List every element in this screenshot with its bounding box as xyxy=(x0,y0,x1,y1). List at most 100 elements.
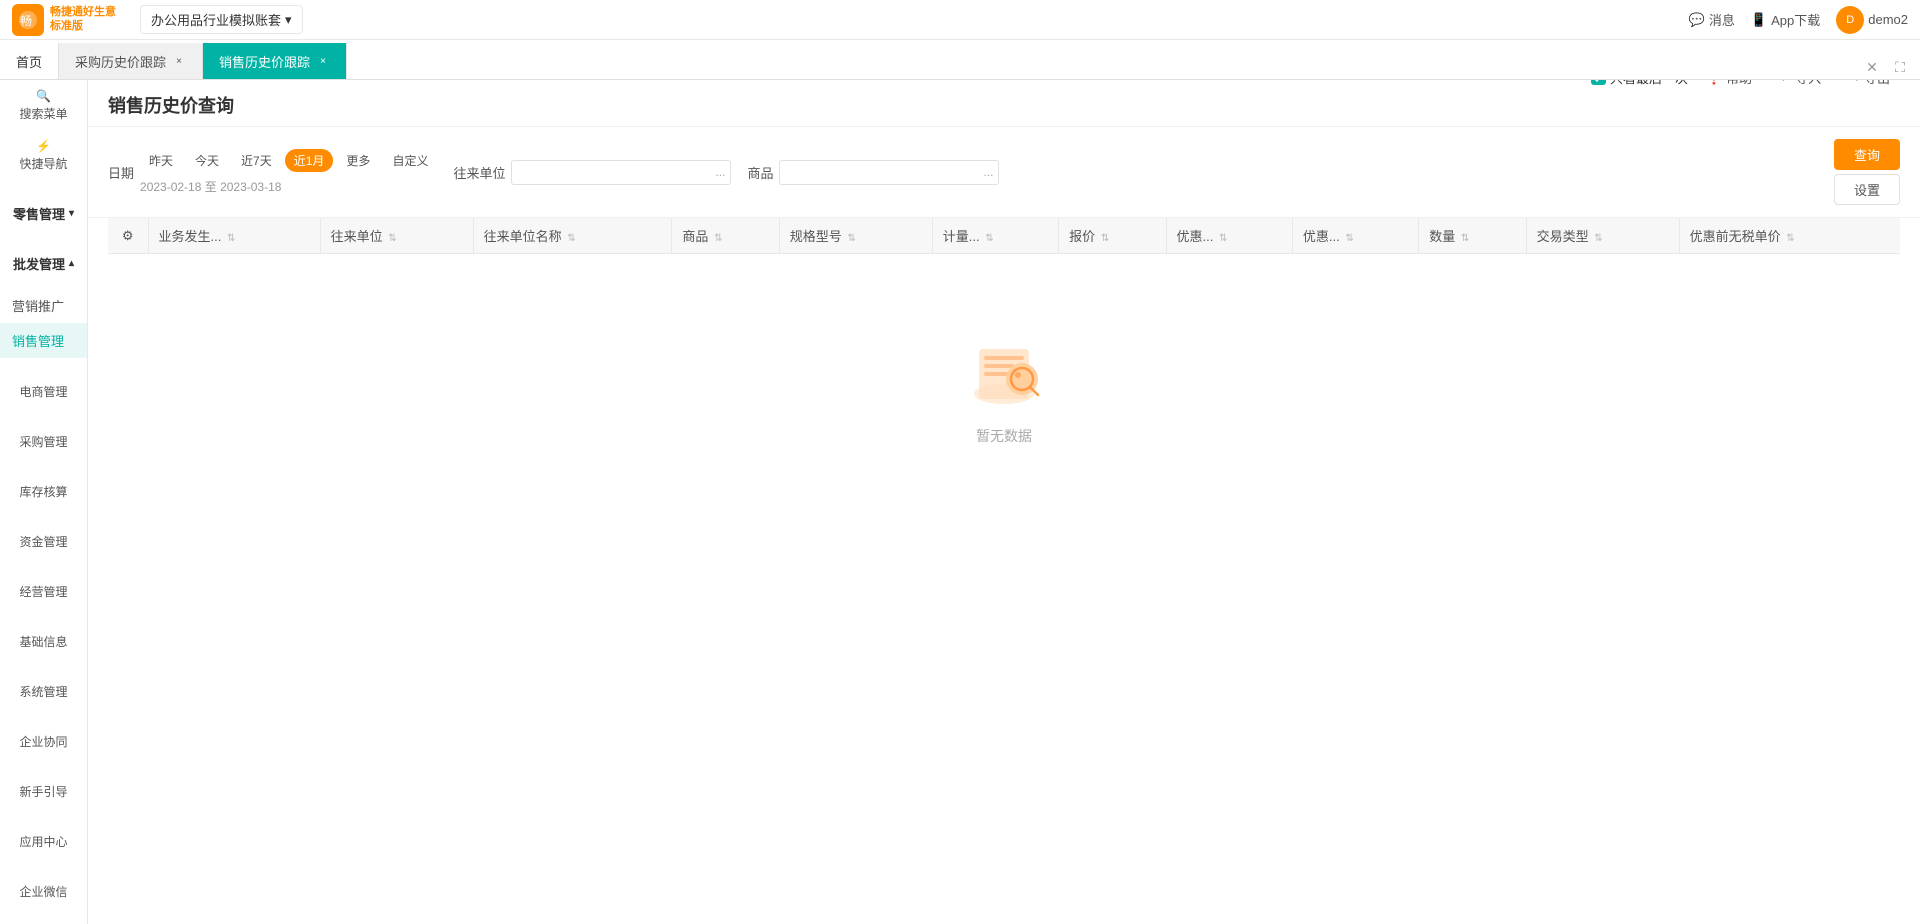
only-last-check[interactable]: 只看最后一次 xyxy=(1591,80,1688,87)
sidebar-sub-sales-mgmt[interactable]: 销售管理 xyxy=(0,323,87,358)
th-unit[interactable]: 计量... ⇅ xyxy=(932,218,1058,254)
th-quote[interactable]: 报价 ⇅ xyxy=(1059,218,1166,254)
th-discount2[interactable]: 优惠... ⇅ xyxy=(1292,218,1418,254)
shortcut-icon: ⚡ xyxy=(36,139,51,153)
sidebar-item-system[interactable]: 系统管理 xyxy=(0,666,87,716)
logo-icon: 畅 xyxy=(12,4,44,36)
sidebar-item-enterprise[interactable]: 企业协同 xyxy=(0,716,87,766)
app-selector[interactable]: 办公用品行业模拟账套 ▾ xyxy=(140,5,303,34)
date-btn-yesterday[interactable]: 昨天 xyxy=(140,149,182,172)
download-icon: 📱 xyxy=(1751,12,1767,28)
data-table: ⚙ 业务发生... ⇅ 往来单位 ⇅ 往来单位名称 ⇅ xyxy=(108,218,1900,254)
chevron-right-icon: ▾ xyxy=(69,208,74,219)
page-title: 销售历史价查询 xyxy=(108,96,234,116)
help-btn[interactable]: ❓ 帮助 xyxy=(1696,80,1762,91)
date-btn-custom[interactable]: 自定义 xyxy=(383,149,437,172)
goods-input[interactable] xyxy=(779,160,999,185)
sidebar-item-purchase[interactable]: 采购管理 xyxy=(0,416,87,466)
tab-purchase-history[interactable]: 采购历史价跟踪 × xyxy=(59,43,203,79)
sidebar-item-enterprise-wechat[interactable]: 企业微信 xyxy=(0,866,87,916)
sort-icon-trade-type: ⇅ xyxy=(1594,233,1602,244)
chevron-up-icon: ▴ xyxy=(69,258,74,269)
date-shortcuts: 昨天 今天 近7天 近1月 更多 自定义 2023-02-18 至 2023-0… xyxy=(140,149,437,195)
th-goods[interactable]: 商品 ⇅ xyxy=(672,218,779,254)
sidebar-item-retail[interactable]: 零售管理 ▾ xyxy=(0,188,87,238)
message-btn[interactable]: 💬 消息 xyxy=(1689,10,1735,29)
sort-icon-discount2: ⇅ xyxy=(1345,233,1353,244)
import-icon: ↩ xyxy=(1780,80,1791,86)
goods-filter: 商品 ... xyxy=(747,160,999,185)
sort-icon-partner-code: ⇅ xyxy=(388,233,396,244)
logo-text: 畅捷通好生意 标准版 xyxy=(50,6,116,32)
date-btn-7days[interactable]: 近7天 xyxy=(232,149,281,172)
tab-sales-close[interactable]: × xyxy=(316,54,330,68)
sort-icon-quote: ⇅ xyxy=(1101,233,1109,244)
help-icon: ❓ xyxy=(1706,80,1722,86)
export-btn[interactable]: ↪ 导出 xyxy=(1839,80,1900,91)
page-toolbar: 只看最后一次 ❓ 帮助 ↩ 导入 ↪ 导出 xyxy=(1591,80,1900,91)
logo-area: 畅 畅捷通好生意 标准版 xyxy=(12,4,116,36)
tab-sales-history[interactable]: 销售历史价跟踪 × xyxy=(203,43,347,79)
import-btn[interactable]: ↩ 导入 xyxy=(1770,80,1831,91)
sidebar-sub-marketing[interactable]: 营销推广 xyxy=(0,288,87,323)
topbar-right: 💬 消息 📱 App下载 D demo2 xyxy=(1689,6,1908,34)
export-icon: ↪ xyxy=(1849,80,1860,86)
tabbar-actions: ✕ ⛶ xyxy=(1852,55,1920,79)
only-last-checkbox[interactable] xyxy=(1591,80,1606,85)
sidebar: 🔍 搜索菜单 ⚡ 快捷导航 零售管理 ▾ 批发管理 ▴ 营销推广 销售管理 电商… xyxy=(0,80,88,924)
sidebar-item-member[interactable]: 畅会员 xyxy=(0,916,87,924)
sort-icon-biz-date: ⇅ xyxy=(227,233,235,244)
topbar-left: 畅 畅捷通好生意 标准版 办公用品行业模拟账套 ▾ xyxy=(12,4,303,36)
sidebar-item-inventory[interactable]: 库存核算 xyxy=(0,466,87,516)
sidebar-item-ecommerce[interactable]: 电商管理 xyxy=(0,366,87,416)
avatar: D xyxy=(1836,6,1864,34)
th-biz-date[interactable]: 业务发生... ⇅ xyxy=(148,218,320,254)
svg-text:畅: 畅 xyxy=(20,14,32,28)
sidebar-item-search[interactable]: 🔍 搜索菜单 xyxy=(0,80,87,130)
date-btn-today[interactable]: 今天 xyxy=(186,149,228,172)
th-discount1[interactable]: 优惠... ⇅ xyxy=(1166,218,1292,254)
partner-filter: 往来单位 ... xyxy=(453,160,731,185)
chevron-down-icon: ▾ xyxy=(285,12,292,28)
date-btn-more[interactable]: 更多 xyxy=(337,149,379,172)
filter-bar: 日期 昨天 今天 近7天 近1月 更多 自定义 2023-02-18 至 202… xyxy=(88,127,1920,218)
sidebar-item-wholesale[interactable]: 批发管理 ▴ xyxy=(0,238,87,288)
user-menu[interactable]: D demo2 xyxy=(1836,6,1908,34)
sort-icon-discount1: ⇅ xyxy=(1219,233,1227,244)
tab-expand-btn[interactable]: ⛶ xyxy=(1888,55,1912,79)
search-icon: 🔍 xyxy=(36,89,51,103)
page-header: 销售历史价查询 只看最后一次 ❓ 帮助 ↩ 导入 ↪ xyxy=(88,80,1920,127)
tab-home[interactable]: 首页 xyxy=(0,43,59,79)
partner-input-wrap: ... xyxy=(511,160,731,185)
sidebar-item-operations[interactable]: 经营管理 xyxy=(0,566,87,616)
table-header-row: ⚙ 业务发生... ⇅ 往来单位 ⇅ 往来单位名称 ⇅ xyxy=(108,218,1900,254)
table-header: ⚙ 业务发生... ⇅ 往来单位 ⇅ 往来单位名称 ⇅ xyxy=(108,218,1900,254)
th-quantity[interactable]: 数量 ⇅ xyxy=(1419,218,1526,254)
query-button[interactable]: 查询 xyxy=(1834,139,1900,170)
th-setting[interactable]: ⚙ xyxy=(108,218,148,254)
partner-input[interactable] xyxy=(511,160,731,185)
sort-icon-spec: ⇅ xyxy=(847,233,855,244)
th-partner-name[interactable]: 往来单位名称 ⇅ xyxy=(473,218,672,254)
date-range-text: 2023-02-18 至 2023-03-18 xyxy=(140,178,437,195)
sort-icon-pre-tax-price: ⇅ xyxy=(1786,233,1794,244)
setting-button[interactable]: 设置 xyxy=(1834,174,1900,205)
sidebar-item-guide[interactable]: 新手引导 xyxy=(0,766,87,816)
sidebar-item-basic-info[interactable]: 基础信息 xyxy=(0,616,87,666)
date-filter: 日期 昨天 今天 近7天 近1月 更多 自定义 2023-02-18 至 202… xyxy=(108,149,437,195)
sort-icon-unit: ⇅ xyxy=(985,233,993,244)
th-spec[interactable]: 规格型号 ⇅ xyxy=(779,218,932,254)
date-btn-1month[interactable]: 近1月 xyxy=(285,149,334,172)
tab-close-all-btn[interactable]: ✕ xyxy=(1860,55,1884,79)
date-shortcuts-row: 昨天 今天 近7天 近1月 更多 自定义 xyxy=(140,149,437,172)
sidebar-item-finance[interactable]: 资金管理 xyxy=(0,516,87,566)
filter-actions: 查询 设置 xyxy=(1834,139,1900,205)
sidebar-item-app-center[interactable]: 应用中心 xyxy=(0,816,87,866)
th-pre-tax-price[interactable]: 优惠前无税单价 ⇅ xyxy=(1679,218,1900,254)
th-trade-type[interactable]: 交易类型 ⇅ xyxy=(1526,218,1679,254)
sidebar-item-shortcut[interactable]: ⚡ 快捷导航 xyxy=(0,130,87,180)
app-download-btn[interactable]: 📱 App下载 xyxy=(1751,10,1820,29)
tab-purchase-close[interactable]: × xyxy=(172,55,186,69)
th-partner-code[interactable]: 往来单位 ⇅ xyxy=(320,218,473,254)
empty-state: 暂无数据 xyxy=(108,254,1900,526)
